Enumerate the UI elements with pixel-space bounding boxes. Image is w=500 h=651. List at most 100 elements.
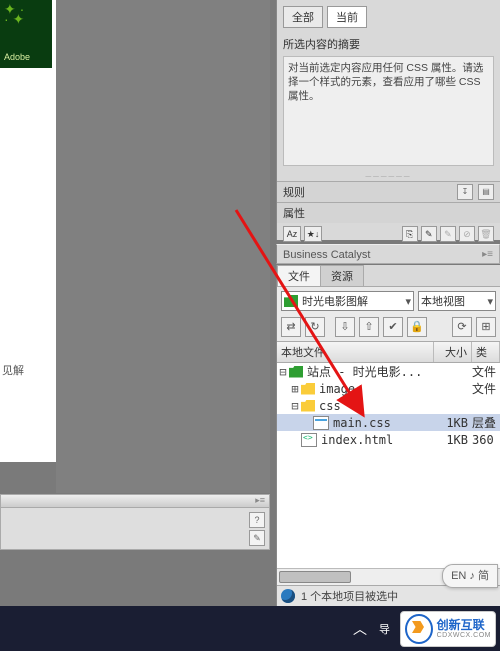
checkout-icon[interactable]: ✔ [383,317,403,337]
tree-row-css[interactable]: ⊟ css [277,397,500,414]
css-summary-body: 对当前选定内容应用任何 CSS 属性。请选择一个样式的元素，查看应用了哪些 CS… [283,56,494,166]
sync-icon[interactable]: ⟳ [452,317,472,337]
watermark-sub: CDXWCX.COM [437,632,491,639]
tree-type: 文件 [470,363,500,380]
site-folder-icon [289,366,303,378]
tree-row-main-css[interactable]: main.css 1KB 层叠 [277,414,500,431]
welcome-slice: ✦ ·· ✦ Adobe 见解 [0,0,57,462]
status-text: 1 个本地项目被选中 [301,588,398,604]
sort-category-icon[interactable]: ★↓ [304,226,322,242]
dock-panel-header[interactable]: ▸≡ [1,495,269,508]
sort-az-icon[interactable]: Az [283,226,301,242]
files-toolbar-row2: ⇄ ↻ ⇩ ⇧ ✔ 🔒 ⟳ ⊞ [277,315,500,342]
help-icon[interactable]: ? [249,512,265,528]
css-styles-panel: 全部 当前 所选内容的摘要 对当前选定内容应用任何 CSS 属性。请选择一个样式… [276,0,500,240]
checkin-icon[interactable]: 🔒 [407,317,427,337]
edit-icon[interactable]: ✎ [249,530,265,546]
view-dropdown-label: 本地视图 [421,293,465,309]
site-folder-icon [284,295,298,307]
chevron-up-icon[interactable]: ︿ [353,619,367,639]
globe-icon[interactable] [281,589,295,603]
folder-icon [301,400,315,412]
adobe-sparkle: ✦ ·· ✦ [4,4,24,24]
language-indicator[interactable]: EN ♪ 简 [442,564,498,588]
tree-label: css [319,399,430,413]
site-dropdown-label: 时光电影图解 [302,293,368,309]
rules-subpanel-header: 规则 ↧ ▤ [277,181,500,202]
new-rule-icon[interactable]: ✎ [421,226,437,242]
chevron-down-icon: ▾ [487,295,493,308]
tree-size: 1KB [430,416,470,430]
rules-icons: ↧ ▤ [455,184,494,200]
show-rules-icon[interactable]: ▤ [478,184,494,200]
collapse-icon[interactable]: ⊟ [289,399,301,413]
folder-icon [301,383,315,395]
cascade-icon[interactable]: ↧ [457,184,473,200]
tree-row-image[interactable]: ⊞ image 文件 [277,380,500,397]
tree-label: index.html [321,433,430,447]
css-summary-heading: 所选内容的摘要 [277,28,500,56]
watermark-logo: 创新互联 CDXWCX.COM [400,611,496,647]
expand-icon[interactable]: ⊞ [476,317,496,337]
files-toolbar-row1: 时光电影图解 ▾ 本地视图 ▾ [277,287,500,315]
files-column-header: 本地文件 大小 类 [277,342,500,363]
business-catalyst-label: Business Catalyst [283,249,370,261]
properties-toolbar: Az ★↓ ⎘ ✎ ✎ ⊘ 🗑 [277,223,500,245]
tree-label: main.css [333,416,430,430]
tree-size: 1KB [430,433,470,447]
files-tabstrip: 文件 资源 [277,265,500,287]
files-panel: 文件 资源 时光电影图解 ▾ 本地视图 ▾ ⇄ ↻ ⇩ ⇧ ✔ 🔒 ⟳ ⊞ 本地… [276,265,500,606]
tab-files[interactable]: 文件 [277,265,321,286]
files-tree[interactable]: ⊟ 站点 - 时光电影... 文件 ⊞ image 文件 ⊟ css [277,363,500,568]
welcome-side-text: 见解 [2,362,24,378]
properties-left-icons: Az ★↓ [283,226,322,242]
tab-current[interactable]: 当前 [327,6,367,28]
site-dropdown[interactable]: 时光电影图解 ▾ [281,291,414,311]
put-icon[interactable]: ⇧ [359,317,379,337]
panel-resize-grip[interactable]: ────── [277,172,500,181]
watermark-mark [405,614,433,644]
tree-type: 层叠 [470,414,500,431]
view-dropdown[interactable]: 本地视图 ▾ [418,291,496,311]
business-catalyst-panel-header[interactable]: Business Catalyst ▸≡ [276,244,500,264]
collapse-icon[interactable]: ⊟ [277,365,289,379]
tab-all[interactable]: 全部 [283,6,323,28]
tree-type: 文件 [470,380,500,397]
html-file-icon [301,433,317,447]
files-status-bar: 1 个本地项目被选中 [277,585,500,606]
edit-rule-icon[interactable]: ✎ [440,226,456,242]
get-icon[interactable]: ⇩ [335,317,355,337]
tree-row-index-html[interactable]: index.html 1KB 360 [277,431,500,448]
language-label: EN ♪ 简 [451,570,489,582]
lower-dock-panel: ▸≡ ? ✎ [0,494,270,550]
dock-side-icons: ? ✎ [245,508,269,552]
properties-right-icons: ⎘ ✎ ✎ ⊘ 🗑 [402,226,494,242]
chevron-down-icon: ▾ [405,295,411,308]
properties-subpanel-header: 属性 [277,202,500,223]
watermark-brand: 创新互联 [437,618,485,632]
tab-assets[interactable]: 资源 [320,265,364,286]
connect-icon[interactable]: ⇄ [281,317,301,337]
bottom-bar-text: 导 [379,621,390,637]
tree-root-label: 站点 - 时光电影... [307,363,430,380]
properties-label: 属性 [283,205,305,221]
tree-root-row[interactable]: ⊟ 站点 - 时光电影... 文件 [277,363,500,380]
panel-menu-icon[interactable]: ▸≡ [482,245,493,265]
adobe-label: Adobe [4,52,30,62]
rules-label: 规则 [283,184,305,200]
col-size[interactable]: 大小 [434,342,472,362]
css-file-icon [313,416,329,430]
col-type[interactable]: 类 [472,342,500,362]
css-tabstrip: 全部 当前 [277,0,500,28]
expand-icon[interactable]: ⊞ [289,382,301,396]
col-name[interactable]: 本地文件 [277,342,434,362]
adobe-banner: ✦ ·· ✦ Adobe [0,0,52,68]
attach-style-icon[interactable]: ⎘ [402,226,418,242]
refresh-icon[interactable]: ↻ [305,317,325,337]
delete-icon[interactable]: 🗑 [478,226,494,242]
tree-label: image [319,382,430,396]
workspace-background [56,0,270,493]
disable-icon[interactable]: ⊘ [459,226,475,242]
tree-type: 360 [470,433,500,447]
scrollbar-thumb[interactable] [279,571,351,583]
